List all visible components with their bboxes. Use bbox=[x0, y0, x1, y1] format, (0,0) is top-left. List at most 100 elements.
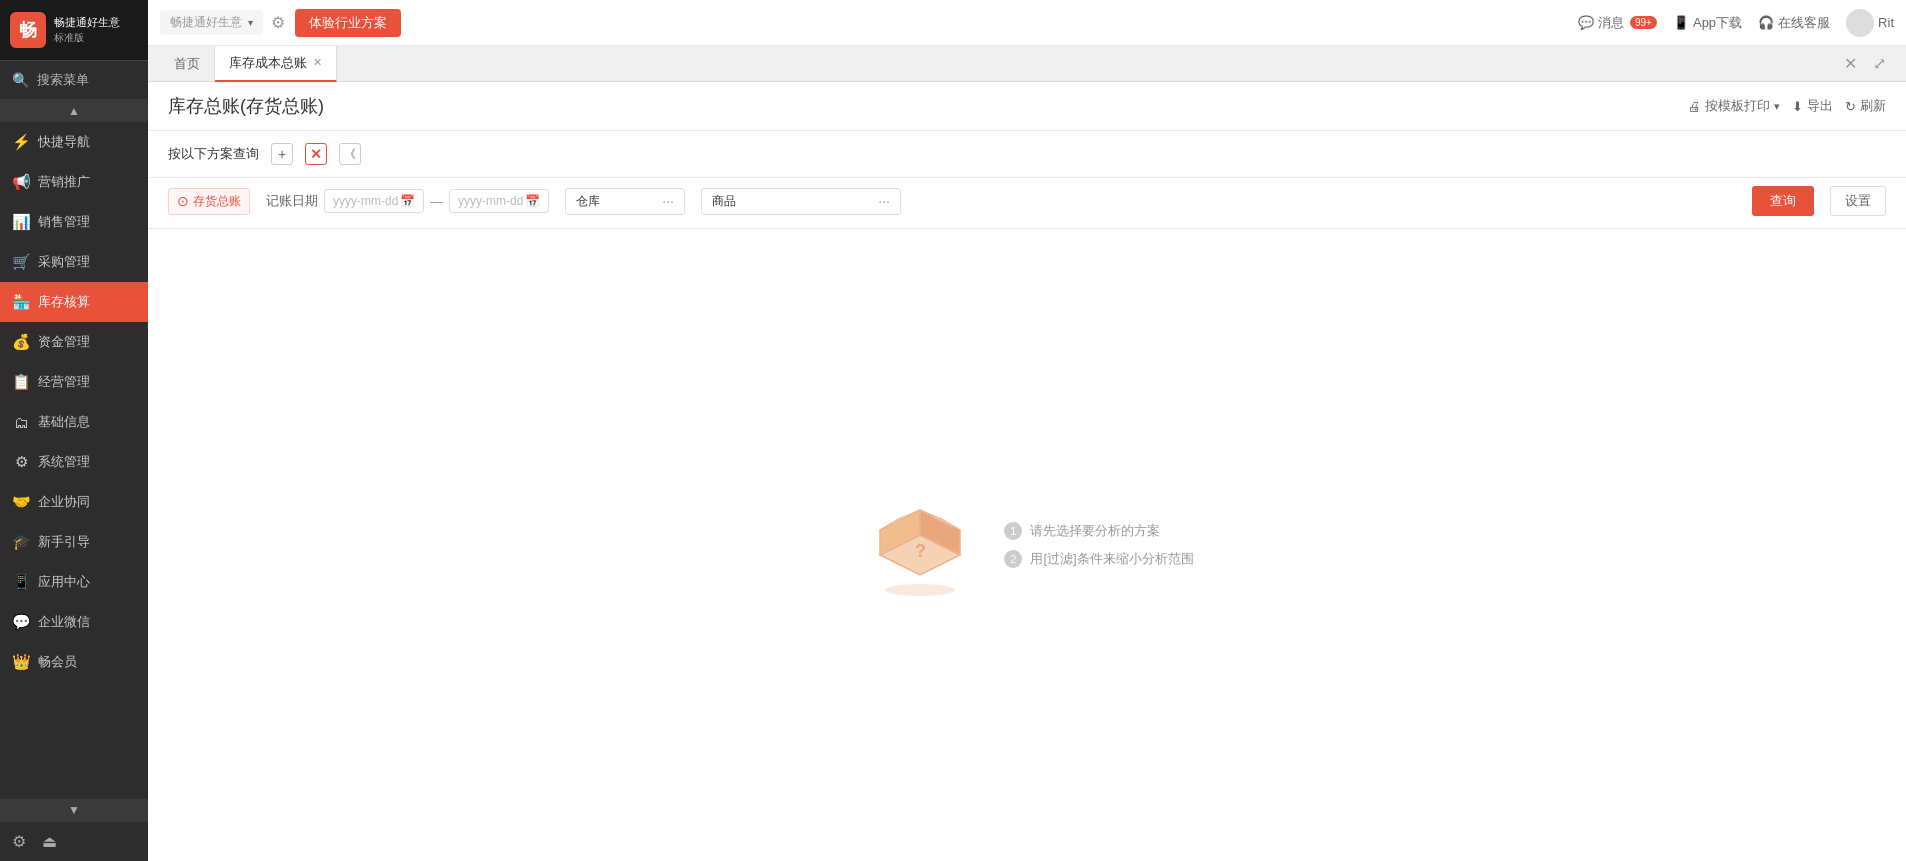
date-from-placeholder: yyyy-mm-dd bbox=[333, 194, 398, 208]
app-name: 畅捷通好生意 bbox=[54, 15, 120, 30]
sidebar-item-label: 新手引导 bbox=[38, 533, 90, 551]
scroll-down-button[interactable]: ▼ bbox=[0, 799, 148, 821]
online-service-label: 在线客服 bbox=[1778, 14, 1830, 32]
search-menu[interactable]: 🔍 搜索菜单 bbox=[0, 61, 148, 100]
inventory-icon: 🏪 bbox=[12, 293, 30, 311]
purchase-icon: 🛒 bbox=[12, 253, 30, 271]
filter-clear-button[interactable]: ✕ bbox=[305, 143, 327, 165]
sidebar-item-inventory[interactable]: 🏪 库存核算 bbox=[0, 282, 148, 322]
print-button[interactable]: 🖨 按模板打印 ▾ bbox=[1688, 97, 1780, 115]
more-dots-goods-icon[interactable]: ··· bbox=[878, 193, 890, 209]
goods-select[interactable]: 商品 ··· bbox=[701, 188, 901, 215]
scheme-label: 存货总账 bbox=[193, 193, 241, 210]
user-profile[interactable]: Rit bbox=[1846, 9, 1894, 37]
close-window-button[interactable]: ✕ bbox=[1836, 54, 1865, 73]
refresh-icon: ↻ bbox=[1845, 99, 1856, 114]
tip-item-1: 1 请先选择要分析的方案 bbox=[1004, 522, 1193, 540]
sidebar-item-purchase[interactable]: 🛒 采购管理 bbox=[0, 242, 148, 282]
speaker-icon[interactable]: ⏏ bbox=[42, 832, 57, 851]
refresh-label: 刷新 bbox=[1860, 97, 1886, 115]
scheme-icon: ⊙ bbox=[177, 193, 189, 209]
calendar-icon[interactable]: 📅 bbox=[525, 194, 540, 208]
message-badge: 99+ bbox=[1630, 16, 1657, 29]
newbie-icon: 🎓 bbox=[12, 533, 30, 551]
close-tab-icon[interactable]: ✕ bbox=[313, 56, 322, 69]
topbar-title-text: 畅捷通好生意 bbox=[170, 14, 242, 31]
sales-icon: 📊 bbox=[12, 213, 30, 231]
user-name: Rit bbox=[1878, 15, 1894, 30]
settings-icon[interactable]: ⚙ bbox=[12, 832, 26, 851]
topbar-left: 畅捷通好生意 ▾ ⚙ 体验行业方案 bbox=[160, 9, 1578, 37]
app-download-item[interactable]: 📱 App下载 bbox=[1673, 14, 1742, 32]
trial-button[interactable]: 体验行业方案 bbox=[295, 9, 401, 37]
topbar-gear-icon[interactable]: ⚙ bbox=[271, 13, 285, 32]
search-icon: 🔍 bbox=[12, 72, 29, 88]
topbar-right: 💬 消息 99+ 📱 App下载 🎧 在线客服 Rit bbox=[1578, 9, 1894, 37]
filter-label: 按以下方案查询 bbox=[168, 145, 259, 163]
sidebar-item-member[interactable]: 👑 畅会员 bbox=[0, 642, 148, 682]
settings-button[interactable]: 设置 bbox=[1830, 186, 1886, 216]
page-header: 库存总账(存货总账) 🖨 按模板打印 ▾ ⬇ 导出 ↻ 刷新 bbox=[148, 82, 1906, 131]
page-title: 库存总账(存货总账) bbox=[168, 94, 324, 118]
sidebar-item-sales[interactable]: 📊 销售管理 bbox=[0, 202, 148, 242]
query-button[interactable]: 查询 bbox=[1752, 186, 1814, 216]
appcenter-icon: 📱 bbox=[12, 573, 30, 591]
export-label: 导出 bbox=[1807, 97, 1833, 115]
tip-item-2: 2 用[过滤]条件来缩小分析范围 bbox=[1004, 550, 1193, 568]
date-to-input[interactable]: yyyy-mm-dd 📅 bbox=[449, 189, 549, 213]
sidebar-item-label: 采购管理 bbox=[38, 253, 90, 271]
app-download-label: App下载 bbox=[1693, 14, 1742, 32]
sidebar-item-quick-nav[interactable]: ⚡ 快捷导航 bbox=[0, 122, 148, 162]
topbar-title-area[interactable]: 畅捷通好生意 ▾ bbox=[160, 10, 263, 35]
date-to-placeholder: yyyy-mm-dd bbox=[458, 194, 523, 208]
sidebar-item-label: 快捷导航 bbox=[38, 133, 90, 151]
sidebar-item-collab[interactable]: 🤝 企业协同 bbox=[0, 482, 148, 522]
marketing-icon: 📢 bbox=[12, 173, 30, 191]
refresh-button[interactable]: ↻ 刷新 bbox=[1845, 97, 1886, 115]
sidebar-item-label: 企业协同 bbox=[38, 493, 90, 511]
sidebar-item-finance[interactable]: 💰 资金管理 bbox=[0, 322, 148, 362]
more-dots-icon[interactable]: ··· bbox=[662, 193, 674, 209]
filter-scheme-tag[interactable]: ⊙ 存货总账 bbox=[168, 188, 250, 215]
search-menu-label: 搜索菜单 bbox=[37, 71, 89, 89]
tabs-bar: 首页 库存成本总账 ✕ ✕ ⤢ bbox=[148, 46, 1906, 82]
message-item[interactable]: 💬 消息 99+ bbox=[1578, 14, 1657, 32]
sidebar-item-operations[interactable]: 📋 经营管理 bbox=[0, 362, 148, 402]
warehouse-select[interactable]: 仓库 ··· bbox=[565, 188, 685, 215]
chevron-down-icon[interactable]: ▾ bbox=[1774, 100, 1780, 113]
member-icon: 👑 bbox=[12, 653, 30, 671]
scroll-up-button[interactable]: ▲ bbox=[0, 100, 148, 122]
sidebar-item-label: 营销推广 bbox=[38, 173, 90, 191]
app-version: 标准版 bbox=[54, 31, 120, 45]
calendar-icon[interactable]: 📅 bbox=[400, 194, 415, 208]
wechat-icon: 💬 bbox=[12, 613, 30, 631]
svg-text:?: ? bbox=[915, 541, 926, 561]
sidebar-item-appcenter[interactable]: 📱 应用中心 bbox=[0, 562, 148, 602]
tab-cost-ledger[interactable]: 库存成本总账 ✕ bbox=[215, 46, 337, 82]
tip-number-2: 2 bbox=[1004, 550, 1022, 568]
empty-box-svg: ? bbox=[860, 485, 980, 605]
sidebar-item-marketing[interactable]: 📢 营销推广 bbox=[0, 162, 148, 202]
filter-collapse-button[interactable]: 《 bbox=[339, 143, 361, 165]
tip-text-1: 请先选择要分析的方案 bbox=[1030, 522, 1160, 540]
sidebar-item-label: 企业微信 bbox=[38, 613, 90, 631]
page-area: 库存总账(存货总账) 🖨 按模板打印 ▾ ⬇ 导出 ↻ 刷新 按以下方案查询 bbox=[148, 82, 1906, 861]
resize-window-button[interactable]: ⤢ bbox=[1865, 54, 1894, 73]
tab-home[interactable]: 首页 bbox=[160, 46, 215, 82]
date-from-input[interactable]: yyyy-mm-dd 📅 bbox=[324, 189, 424, 213]
svg-point-6 bbox=[885, 584, 955, 596]
sidebar-item-label: 资金管理 bbox=[38, 333, 90, 351]
empty-tips: 1 请先选择要分析的方案 2 用[过滤]条件来缩小分析范围 bbox=[1004, 522, 1193, 568]
export-button[interactable]: ⬇ 导出 bbox=[1792, 97, 1833, 115]
filter-add-button[interactable]: + bbox=[271, 143, 293, 165]
online-service-item[interactable]: 🎧 在线客服 bbox=[1758, 14, 1830, 32]
sidebar-item-newbie[interactable]: 🎓 新手引导 bbox=[0, 522, 148, 562]
sidebar-item-wechat[interactable]: 💬 企业微信 bbox=[0, 602, 148, 642]
app-logo: 畅 畅捷通好生意 标准版 bbox=[0, 0, 148, 61]
sidebar-item-system[interactable]: ⚙ 系统管理 bbox=[0, 442, 148, 482]
warehouse-label: 仓库 bbox=[576, 193, 600, 210]
topbar: 畅捷通好生意 ▾ ⚙ 体验行业方案 💬 消息 99+ 📱 App下载 🎧 在线客… bbox=[148, 0, 1906, 46]
headset-icon: 🎧 bbox=[1758, 15, 1774, 30]
sidebar-item-basic[interactable]: 🗂 基础信息 bbox=[0, 402, 148, 442]
message-icon: 💬 bbox=[1578, 15, 1594, 30]
